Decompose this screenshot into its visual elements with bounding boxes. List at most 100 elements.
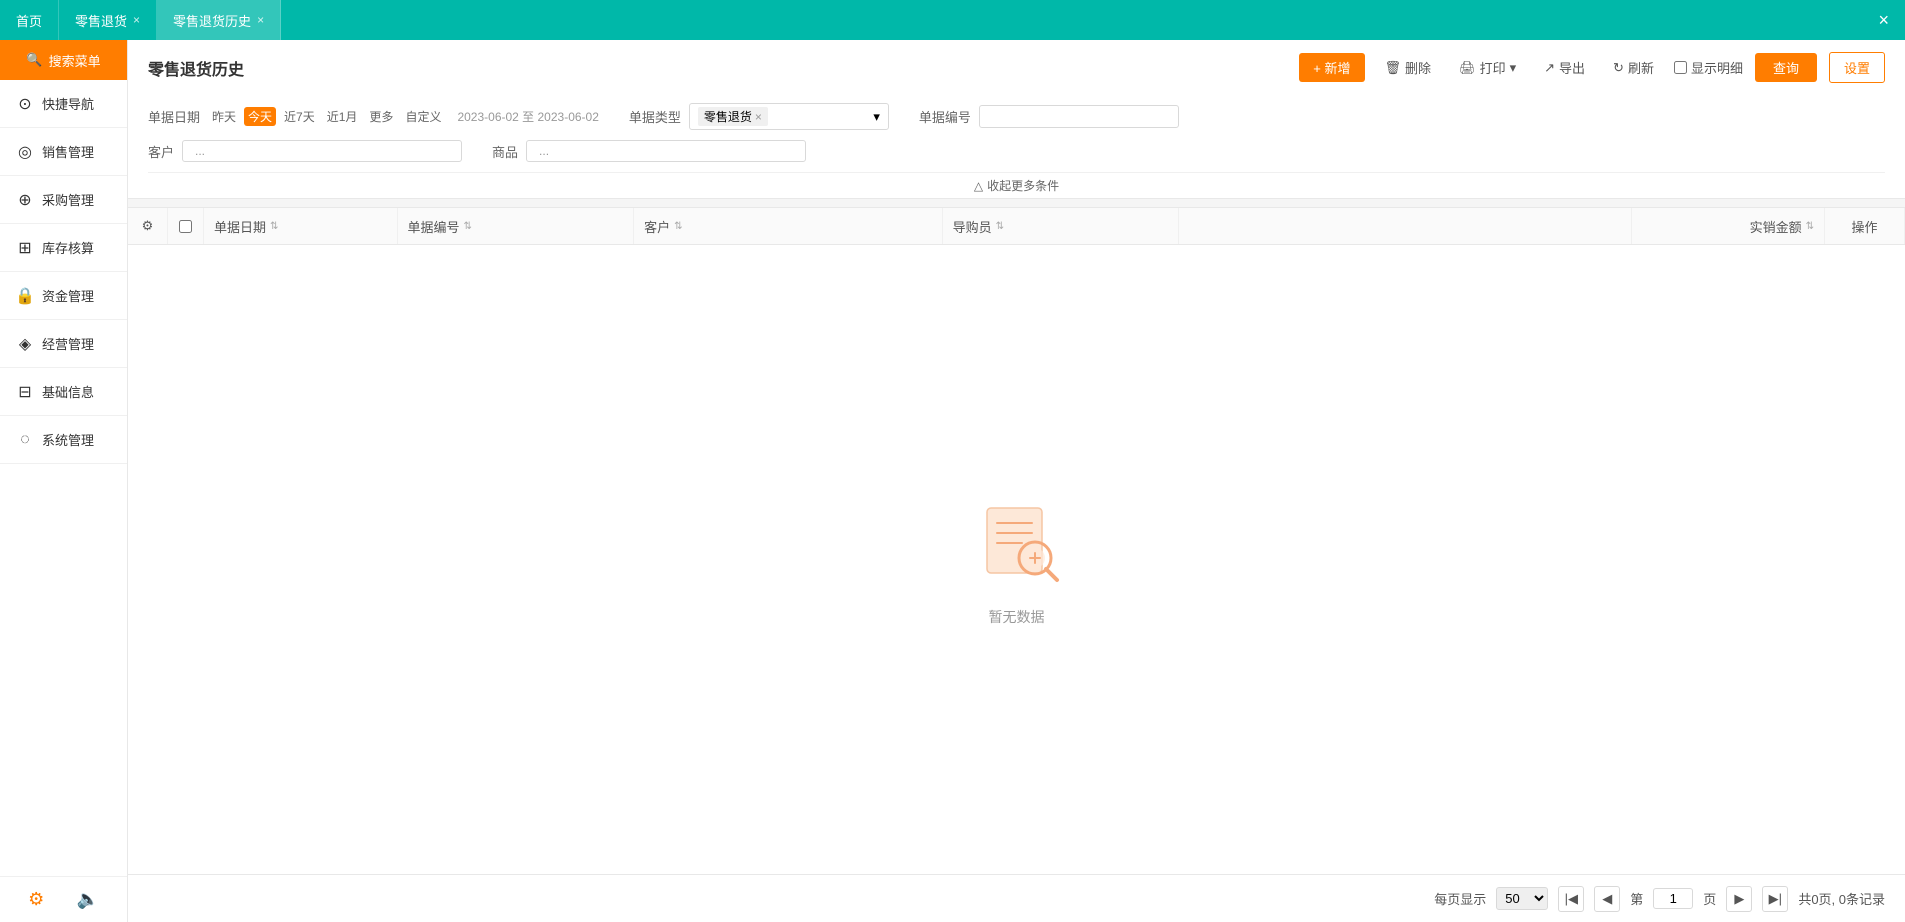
print-dropdown-icon: ▾ — [1510, 60, 1517, 76]
date-shortcuts: 昨天 今天 近7天 近1月 更多 自定义 — [208, 107, 445, 126]
next-page-button[interactable]: ▶ — [1726, 886, 1752, 912]
customer-dots: ... — [191, 144, 209, 158]
sidebar-item-quick-nav-label: 快捷导航 — [42, 94, 94, 113]
type-tag-close[interactable]: × — [755, 110, 762, 124]
th-amount-label: 实销金额 — [1750, 217, 1802, 236]
goods-filter-input[interactable]: ... — [526, 140, 806, 162]
print-button[interactable]: 🖨 打印 ▾ — [1451, 54, 1524, 81]
tab-retail-return-history[interactable]: 零售退货历史 × — [157, 0, 281, 40]
th-number-sort[interactable]: ⇅ — [464, 221, 472, 232]
page-header: 零售退货历史 + 新增 🗑 删除 🖨 打印 ▾ ↗ 导出 — [128, 40, 1905, 199]
sidebar-item-business[interactable]: ◈ 经营管理 — [0, 320, 127, 368]
sidebar-item-system-mgmt-label: 系统管理 — [42, 430, 94, 449]
tab-home[interactable]: 首页 — [0, 0, 59, 40]
tab-retail-return-close[interactable]: × — [133, 13, 140, 27]
goods-dots: ... — [535, 144, 553, 158]
page-number-input[interactable] — [1653, 888, 1693, 909]
page-size-label: 每页显示 — [1434, 889, 1486, 908]
delete-button[interactable]: 🗑 删除 — [1377, 54, 1440, 81]
select-all-checkbox[interactable] — [179, 220, 192, 233]
sidebar-item-business-label: 经营管理 — [42, 334, 94, 353]
display-toggle-label: 显示明细 — [1691, 58, 1743, 77]
total-info: 共0页, 0条记录 — [1798, 889, 1885, 908]
query-button[interactable]: 查询 — [1755, 53, 1817, 82]
sidebar-item-inventory[interactable]: ⊞ 库存核算 — [0, 224, 127, 272]
shortcut-more[interactable]: 更多 — [365, 107, 397, 126]
sidebar: 🔍 搜索菜单 ⊙ 快捷导航 ◎ 销售管理 ⊕ 采购管理 ⊞ 库存核算 🔒 资金管… — [0, 40, 128, 922]
sidebar-item-system-mgmt[interactable]: ◌ 系统管理 — [0, 416, 127, 464]
th-customer-label: 客户 — [644, 217, 670, 236]
display-toggle[interactable]: 显示明细 — [1674, 58, 1743, 77]
filter-row-1: 单据日期 昨天 今天 近7天 近1月 更多 自定义 2023-06-02 至 2… — [148, 103, 1885, 130]
type-filter-select[interactable]: 零售退货 × ▾ — [689, 103, 889, 130]
sidebar-item-purchase-mgmt-label: 采购管理 — [42, 190, 94, 209]
sidebar-item-quick-nav[interactable]: ⊙ 快捷导航 — [0, 80, 127, 128]
first-page-button[interactable]: |◀ — [1558, 886, 1584, 912]
th-action-label: 操作 — [1851, 217, 1877, 236]
th-date-sort[interactable]: ⇅ — [270, 221, 278, 232]
refresh-button[interactable]: ↻ 刷新 — [1605, 54, 1662, 81]
th-settings[interactable]: ⚙ — [128, 208, 168, 244]
add-button[interactable]: + 新增 — [1299, 53, 1364, 82]
shortcut-custom[interactable]: 自定义 — [401, 107, 445, 126]
inventory-icon: ⊞ — [16, 239, 34, 257]
sidebar-item-inventory-label: 库存核算 — [42, 238, 94, 257]
filter-goods: 商品 ... — [492, 140, 806, 162]
volume-icon[interactable]: 🔈 — [76, 889, 98, 910]
th-number-label: 单据编号 — [408, 217, 460, 236]
page-size-select[interactable]: 50 100 200 — [1496, 887, 1548, 910]
th-guide-sort[interactable]: ⇅ — [996, 221, 1004, 232]
th-customer-sort[interactable]: ⇅ — [674, 221, 682, 232]
shortcut-1month[interactable]: 近1月 — [323, 107, 362, 126]
delete-icon: 🗑 — [1385, 60, 1402, 76]
export-button[interactable]: ↗ 导出 — [1536, 54, 1593, 81]
tab-retail-return-history-label: 零售退货历史 — [173, 11, 251, 30]
settings-button[interactable]: 设置 — [1829, 52, 1885, 83]
sidebar-search[interactable]: 🔍 搜索菜单 — [0, 40, 127, 80]
filter-customer: 客户 ... — [148, 140, 462, 162]
th-amount: 实销金额 ⇅ — [1632, 208, 1826, 244]
quick-nav-icon: ⊙ — [16, 95, 34, 113]
collapse-icon: △ — [974, 179, 983, 193]
last-page-button[interactable]: ▶| — [1762, 886, 1788, 912]
customer-filter-input[interactable]: ... — [182, 140, 462, 162]
page-label-prefix: 第 — [1630, 889, 1643, 908]
sidebar-item-finance-label: 资金管理 — [42, 286, 94, 305]
top-bar: 首页 零售退货 × 零售退货历史 × × — [0, 0, 1905, 40]
sidebar-item-finance[interactable]: 🔒 资金管理 — [0, 272, 127, 320]
th-guide-label: 导购员 — [953, 217, 992, 236]
doc-num-input[interactable] — [979, 105, 1179, 128]
page-title: 零售退货历史 — [148, 56, 244, 80]
filter-doc-num: 单据编号 — [919, 105, 1179, 128]
display-toggle-checkbox[interactable] — [1674, 61, 1687, 74]
tab-retail-return[interactable]: 零售退货 × — [59, 0, 157, 40]
th-amount-sort[interactable]: ⇅ — [1806, 221, 1814, 232]
filter-row-2: 客户 ... 商品 ... — [148, 140, 1885, 162]
th-date-label: 单据日期 — [214, 217, 266, 236]
shortcut-yesterday[interactable]: 昨天 — [208, 107, 240, 126]
type-dropdown-icon: ▾ — [873, 109, 880, 125]
th-guide: 导购员 ⇅ — [943, 208, 1180, 244]
basic-info-icon: ⊟ — [16, 383, 34, 401]
sidebar-item-basic-info-label: 基础信息 — [42, 382, 94, 401]
sales-mgmt-icon: ◎ — [16, 143, 34, 161]
goods-filter-label: 商品 — [492, 142, 518, 161]
filter-area: 单据日期 昨天 今天 近7天 近1月 更多 自定义 2023-06-02 至 2… — [148, 93, 1885, 198]
shortcut-today[interactable]: 今天 — [244, 107, 276, 126]
prev-page-button[interactable]: ◀ — [1594, 886, 1620, 912]
type-tag-value: 零售退货 — [704, 108, 752, 125]
settings-icon[interactable]: ⚙ — [28, 889, 44, 910]
sidebar-item-sales-mgmt[interactable]: ◎ 销售管理 — [0, 128, 127, 176]
sidebar-item-basic-info[interactable]: ⊟ 基础信息 — [0, 368, 127, 416]
window-close-button[interactable]: × — [1878, 10, 1905, 31]
customer-filter-label: 客户 — [148, 142, 174, 161]
tab-home-label: 首页 — [16, 11, 42, 30]
empty-illustration — [967, 493, 1067, 593]
pagination: 每页显示 50 100 200 |◀ ◀ 第 页 ▶ ▶| 共0页, 0条记录 — [128, 874, 1905, 922]
sidebar-item-purchase-mgmt[interactable]: ⊕ 采购管理 — [0, 176, 127, 224]
shortcut-7days[interactable]: 近7天 — [280, 107, 319, 126]
th-checkbox[interactable] — [168, 208, 204, 244]
collapse-button[interactable]: △ 收起更多条件 — [148, 172, 1885, 198]
tab-retail-return-history-close[interactable]: × — [257, 13, 264, 27]
empty-text: 暂无数据 — [989, 607, 1045, 627]
